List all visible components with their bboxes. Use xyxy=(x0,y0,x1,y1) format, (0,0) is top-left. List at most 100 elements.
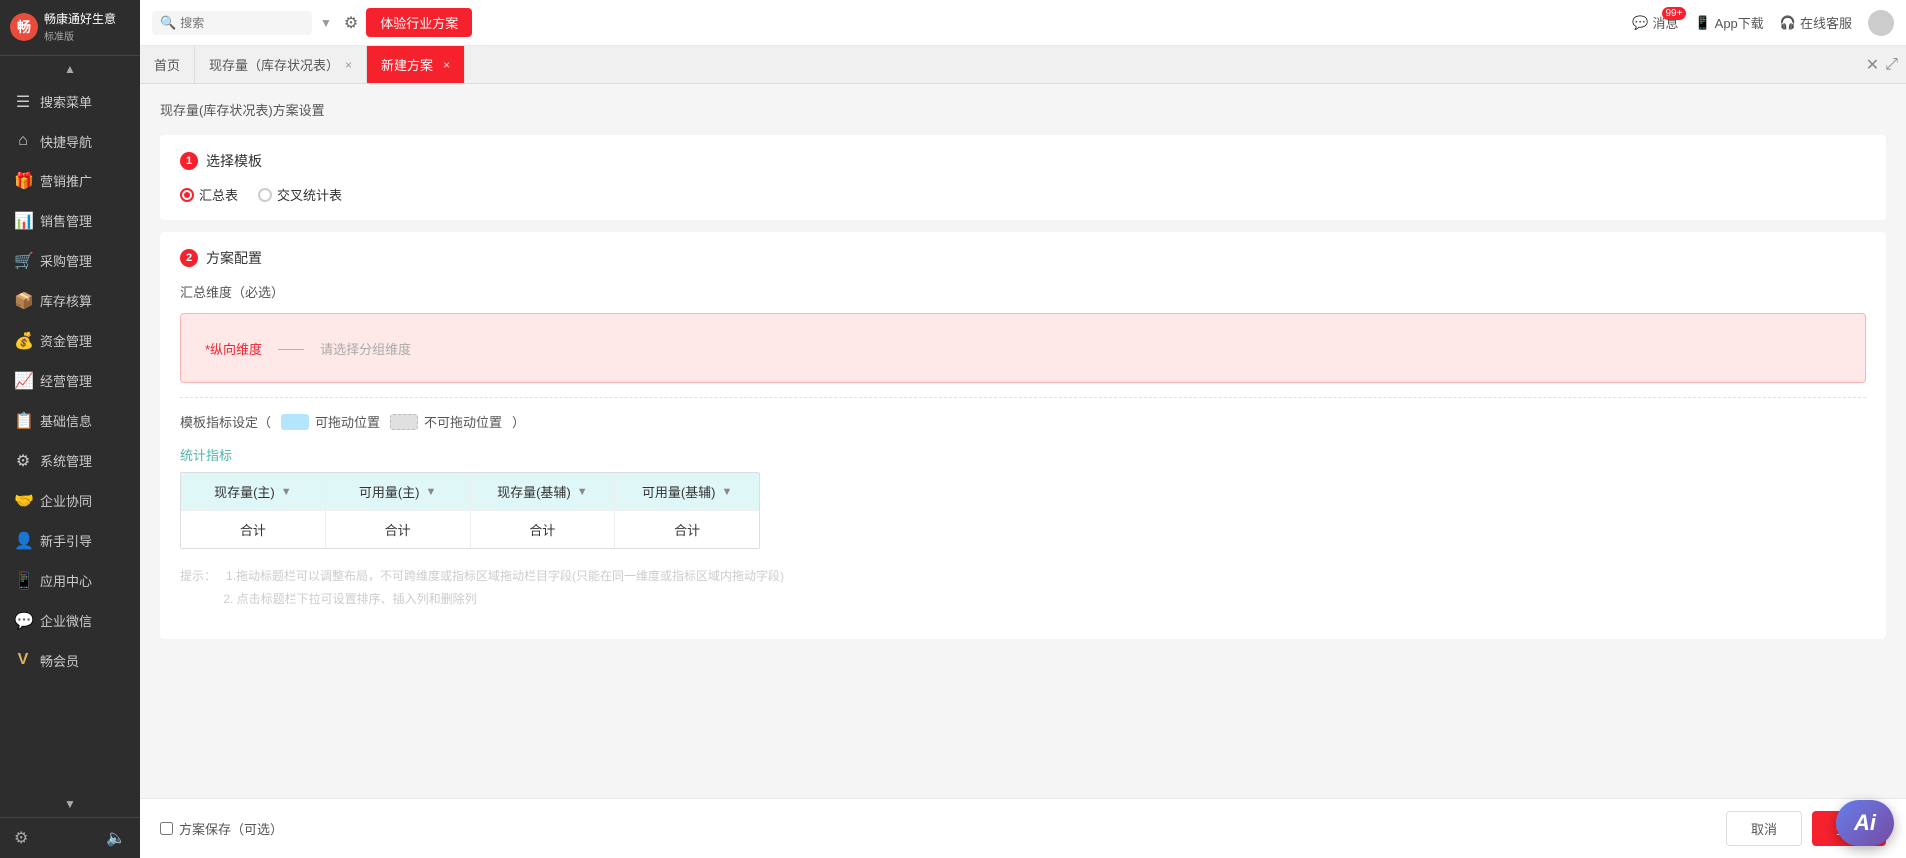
draggable-legend-label: 可拖动位置 xyxy=(315,412,380,431)
newbie-icon: 👤 xyxy=(14,531,32,551)
dimension-label: 汇总维度（必选） xyxy=(180,282,1866,301)
tab-home[interactable]: 首页 xyxy=(140,46,195,83)
step2-section: 2 方案配置 汇总维度（必选） *纵向维度 —— 请选择分组维度 模板指标设定（… xyxy=(160,232,1886,639)
online-service-btn[interactable]: 🎧 在线客服 xyxy=(1780,13,1852,32)
topbar-search-box[interactable]: 🔍 xyxy=(152,11,312,35)
search-menu-icon: ☰ xyxy=(14,92,32,112)
radio-summary-dot xyxy=(180,188,194,202)
step1-badge: 1 xyxy=(180,152,198,170)
col3-chevron-icon[interactable]: ▼ xyxy=(577,486,588,498)
sidebar-item-label: 采购管理 xyxy=(40,251,92,270)
fixed-legend: 不可拖动位置 xyxy=(390,412,502,431)
logo-subtitle: 标准版 xyxy=(44,28,116,43)
topbar-gear-icon[interactable]: ⚙ xyxy=(344,13,358,33)
save-option[interactable]: 方案保存（可选） xyxy=(160,819,283,838)
tip2: 2. 点击标题栏下拉可设置排序、插入列和删除列 xyxy=(180,590,1866,609)
sidebar-item-marketing[interactable]: 🎁 营销推广 xyxy=(0,161,140,201)
search-input[interactable] xyxy=(180,16,280,30)
stats-header-col1[interactable]: 现存量(主) ▼ xyxy=(181,473,326,510)
tab-inventory-close-icon[interactable]: × xyxy=(345,58,352,72)
sidebar-item-finance[interactable]: 💰 资金管理 xyxy=(0,321,140,361)
save-option-label: 方案保存（可选） xyxy=(179,819,283,838)
sidebar-item-enterprise[interactable]: 🤝 企业协同 xyxy=(0,481,140,521)
sidebar-item-label: 企业微信 xyxy=(40,611,92,630)
scroll-down-arrow[interactable]: ▼ xyxy=(64,795,76,813)
finance-icon: 💰 xyxy=(14,331,32,351)
radio-cross-label: 交叉统计表 xyxy=(277,185,342,204)
sidebar-item-label: 系统管理 xyxy=(40,451,92,470)
stats-header-col2[interactable]: 可用量(主) ▼ xyxy=(326,473,471,510)
page-title: 现存量(库存状况表)方案设置 xyxy=(160,100,1886,119)
sales-icon: 📊 xyxy=(14,211,32,231)
stats-header-col3[interactable]: 现存量(基辅) ▼ xyxy=(471,473,616,510)
stats-body-col4-val: 合计 xyxy=(674,520,700,539)
sidebar-item-search-menu[interactable]: ☰ 搜索菜单 xyxy=(0,82,140,122)
stats-header-col4[interactable]: 可用量(基辅) ▼ xyxy=(615,473,759,510)
tips-section: 提示： 1.拖动标题栏可以调整布局，不可跨维度或指标区域拖动栏目字段(只能在同一… xyxy=(180,557,1866,623)
settings-icon[interactable]: ⚙ xyxy=(14,828,28,848)
content-area: 现存量(库存状况表)方案设置 1 选择模板 汇总表 交叉统计表 xyxy=(140,84,1906,798)
sidebar-item-member[interactable]: V 畅会员 xyxy=(0,641,140,680)
sidebar-item-operation[interactable]: 📈 经营管理 xyxy=(0,361,140,401)
sidebar-logo: 畅 畅康通好生意 标准版 xyxy=(0,0,140,56)
messages-btn[interactable]: 💬 消息 99+ xyxy=(1632,13,1678,32)
ai-bubble[interactable]: Ai xyxy=(1836,800,1894,846)
basic-info-icon: 📋 xyxy=(14,411,32,431)
sidebar-item-wechat[interactable]: 💬 企业微信 xyxy=(0,601,140,641)
radio-summary-label: 汇总表 xyxy=(199,185,238,204)
stats-body-col3-val: 合计 xyxy=(529,520,555,539)
messages-badge: 99+ xyxy=(1662,7,1687,20)
col2-chevron-icon[interactable]: ▼ xyxy=(426,486,437,498)
trial-btn[interactable]: 体验行业方案 xyxy=(366,8,472,37)
sidebar-item-newbie[interactable]: 👤 新手引导 xyxy=(0,521,140,561)
logo-title: 畅康通好生意 xyxy=(44,12,116,28)
radio-summary[interactable]: 汇总表 xyxy=(180,185,238,204)
tips-title: 提示： xyxy=(180,569,216,583)
col4-chevron-icon[interactable]: ▼ xyxy=(722,486,733,498)
sidebar-item-label: 营销推广 xyxy=(40,171,92,190)
sidebar-item-label: 经营管理 xyxy=(40,371,92,390)
dim-required-star: *纵向维度 xyxy=(205,339,262,358)
dim-dash: —— xyxy=(278,341,304,356)
sidebar-item-app-center[interactable]: 📱 应用中心 xyxy=(0,561,140,601)
tab-inventory-status[interactable]: 现存量（库存状况表） × xyxy=(195,46,367,83)
sidebar-item-sales[interactable]: 📊 销售管理 xyxy=(0,201,140,241)
indicator-close-paren: ） xyxy=(512,412,525,431)
service-label: 在线客服 xyxy=(1800,13,1852,32)
sidebar-item-basic-info[interactable]: 📋 基础信息 xyxy=(0,401,140,441)
sidebar-scroll-up[interactable]: ▲ xyxy=(0,56,140,82)
cancel-button[interactable]: 取消 xyxy=(1726,811,1802,846)
step2-title: 方案配置 xyxy=(206,248,262,268)
sidebar-item-inventory[interactable]: 📦 库存核算 xyxy=(0,281,140,321)
step1-header: 1 选择模板 xyxy=(180,151,1866,171)
radio-cross[interactable]: 交叉统计表 xyxy=(258,185,342,204)
sidebar-item-label: 资金管理 xyxy=(40,331,92,350)
search-chevron-icon[interactable]: ▼ xyxy=(320,16,332,30)
stats-section: 统计指标 现存量(主) ▼ 可用量(主) ▼ xyxy=(180,445,1866,549)
stats-body-col1: 合计 xyxy=(181,511,326,548)
audio-icon[interactable]: 🔈 xyxy=(106,828,126,848)
sidebar-item-system[interactable]: ⚙ 系统管理 xyxy=(0,441,140,481)
stats-body-row: 合计 合计 合计 合计 xyxy=(181,510,759,548)
tip2-text: 2. 点击标题栏下拉可设置排序、插入列和删除列 xyxy=(223,592,476,606)
sidebar-scroll-down[interactable]: ▼ xyxy=(0,791,140,817)
sidebar-item-purchase[interactable]: 🛒 采购管理 xyxy=(0,241,140,281)
tab-expand-icon[interactable]: ⤢ xyxy=(1885,56,1898,74)
dimension-box[interactable]: *纵向维度 —— 请选择分组维度 xyxy=(180,313,1866,383)
sidebar-item-quick-nav[interactable]: ⌂ 快捷导航 xyxy=(0,122,140,161)
sidebar-item-label: 新手引导 xyxy=(40,531,92,550)
save-checkbox[interactable] xyxy=(160,822,173,835)
tab-actions: ✕ ⤢ xyxy=(1858,55,1906,75)
user-avatar-btn[interactable] xyxy=(1868,10,1894,36)
sidebar-nav: ☰ 搜索菜单 ⌂ 快捷导航 🎁 营销推广 📊 销售管理 🛒 采购管理 📦 库存核… xyxy=(0,82,140,791)
tab-inventory-status-label: 现存量（库存状况表） xyxy=(209,55,339,74)
tab-new-plan[interactable]: 新建方案 × xyxy=(367,46,465,83)
tab-close-window-icon[interactable]: ✕ xyxy=(1866,55,1879,75)
app-download-btn[interactable]: 📱 App下载 xyxy=(1694,13,1763,32)
tab-new-plan-close-icon[interactable]: × xyxy=(443,58,450,72)
radio-cross-dot xyxy=(258,188,272,202)
step1-title: 选择模板 xyxy=(206,151,262,171)
col1-chevron-icon[interactable]: ▼ xyxy=(281,486,292,498)
scroll-up-arrow[interactable]: ▲ xyxy=(64,60,76,78)
main-area: 🔍 ▼ ⚙ 体验行业方案 💬 消息 99+ 📱 App下载 🎧 在线客服 xyxy=(140,0,1906,858)
